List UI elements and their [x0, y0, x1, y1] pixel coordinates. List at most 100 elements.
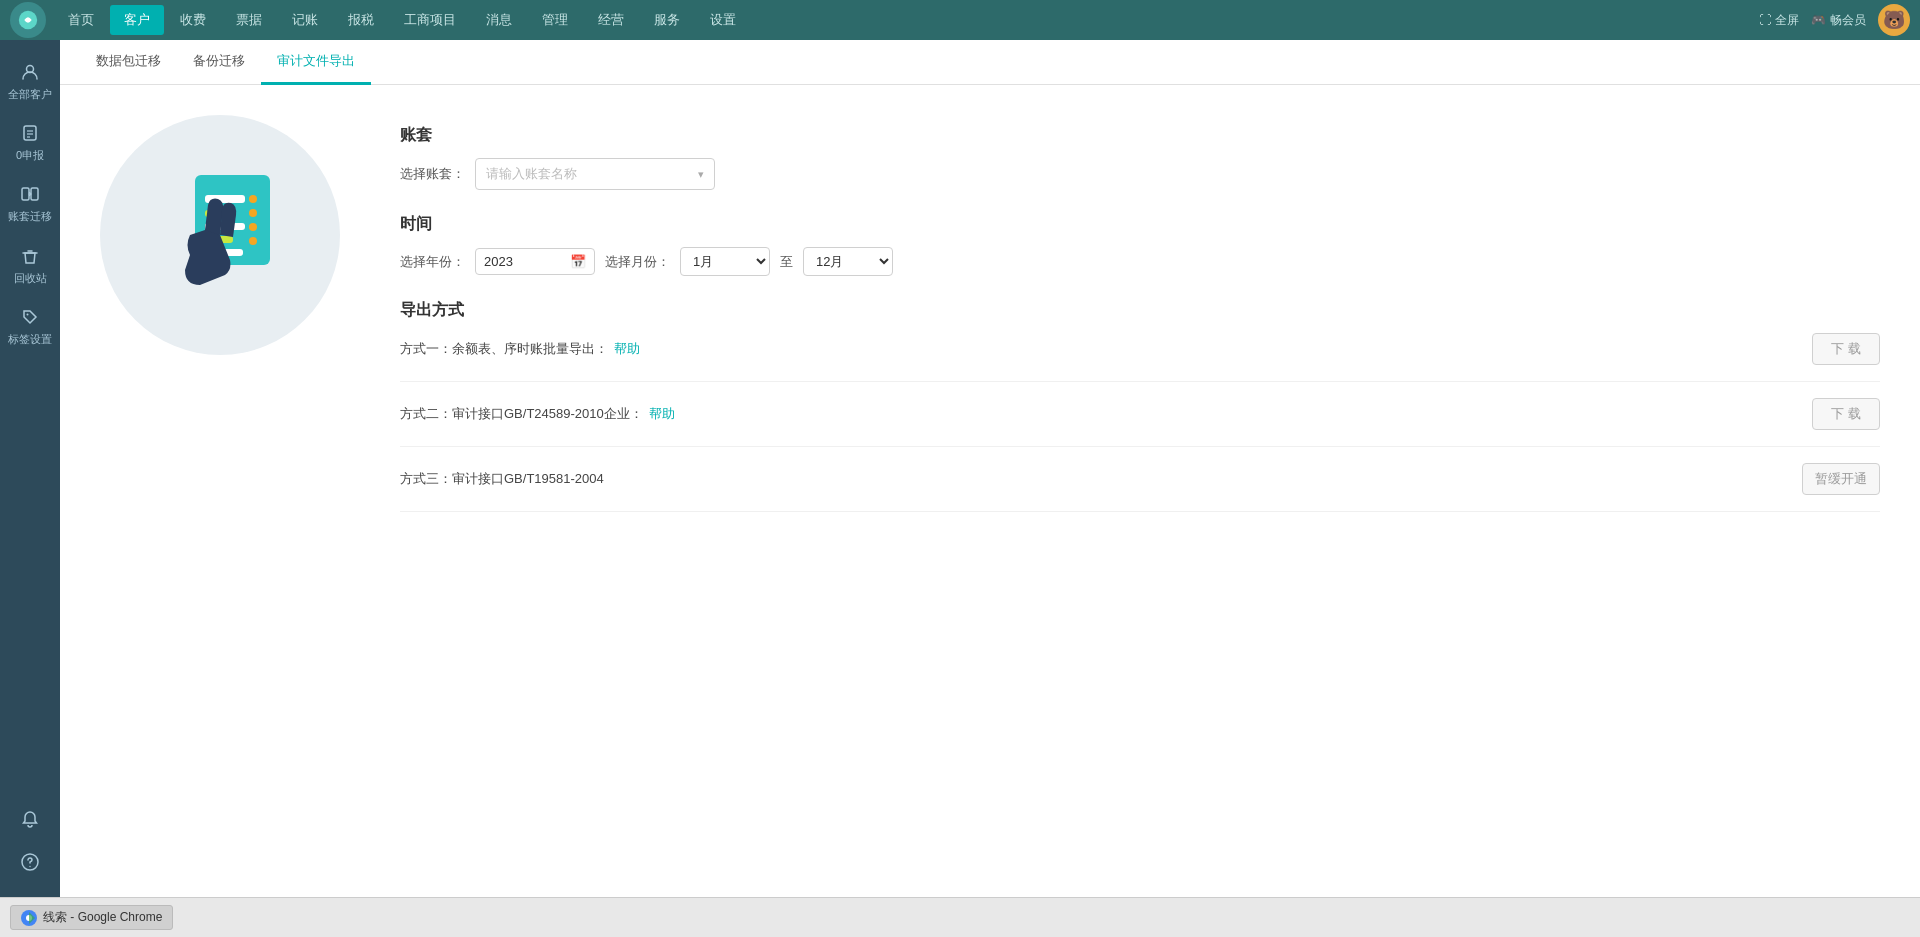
- users-icon: [18, 60, 42, 84]
- end-month-select[interactable]: 1月2月3月4月 5月6月7月8月 9月10月11月12月: [803, 247, 893, 276]
- export-method-3-label: 方式三：审计接口GB/T19581-2004: [400, 470, 604, 488]
- nav-message[interactable]: 消息: [472, 5, 526, 35]
- svg-rect-6: [22, 188, 29, 200]
- svg-point-19: [249, 223, 257, 231]
- illustration-area: [100, 115, 340, 355]
- svg-rect-2: [24, 126, 36, 140]
- illustration-circle: [100, 115, 340, 355]
- sidebar-item-migrate[interactable]: 账套迁移: [0, 172, 60, 233]
- nav-home[interactable]: 首页: [54, 5, 108, 35]
- svg-point-20: [249, 237, 257, 245]
- separator-text: 至: [780, 253, 793, 271]
- sidebar-item-zero-report[interactable]: 0申报: [0, 111, 60, 172]
- account-select-input[interactable]: 请输入账套名称 ▾: [475, 158, 715, 190]
- form-area: 账套 选择账套： 请输入账套名称 ▾ 时间 选择年份：: [400, 115, 1880, 512]
- nav-management[interactable]: 管理: [528, 5, 582, 35]
- fullscreen-icon: ⛶: [1759, 13, 1771, 27]
- page-content: 账套 选择账套： 请输入账套名称 ▾ 时间 选择年份：: [60, 85, 1920, 897]
- nav-settings[interactable]: 设置: [696, 5, 750, 35]
- export-method-2-text: 方式二：审计接口GB/T24589-2010企业： 帮助: [400, 405, 675, 423]
- svg-point-18: [249, 209, 257, 217]
- sidebar-item-recycle[interactable]: 回收站: [0, 234, 60, 295]
- nav-bookkeeping[interactable]: 记账: [278, 5, 332, 35]
- nav-tax[interactable]: 报税: [334, 5, 388, 35]
- nav-service[interactable]: 服务: [640, 5, 694, 35]
- fullscreen-button[interactable]: ⛶ 全屏: [1759, 12, 1799, 29]
- svg-rect-7: [31, 188, 38, 200]
- tabs-bar: 数据包迁移 备份迁移 审计文件导出: [60, 40, 1920, 85]
- account-select-placeholder: 请输入账套名称: [486, 165, 577, 183]
- notification-icon[interactable]: [14, 803, 46, 838]
- export-method-3-text: 方式三：审计接口GB/T19581-2004: [400, 470, 604, 488]
- calendar-icon: 📅: [570, 254, 586, 269]
- svg-point-17: [249, 195, 257, 203]
- svg-point-10: [29, 866, 30, 867]
- help-icon[interactable]: [14, 846, 46, 881]
- top-nav-right: ⛶ 全屏 🎮 畅会员 🐻: [1759, 4, 1910, 36]
- trash-icon: [18, 244, 42, 268]
- member-button[interactable]: 🎮 畅会员: [1811, 12, 1866, 29]
- app-logo[interactable]: [10, 2, 46, 38]
- report-icon: [18, 121, 42, 145]
- account-section-title: 账套: [400, 125, 1880, 146]
- nav-invoice[interactable]: 票据: [222, 5, 276, 35]
- sidebar-label-migrate: 账套迁移: [8, 210, 52, 223]
- left-sidebar: 全部客户 0申报 账套迁移: [0, 40, 60, 897]
- content-area: 数据包迁移 备份迁移 审计文件导出: [60, 40, 1920, 897]
- fullscreen-label: 全屏: [1775, 12, 1799, 29]
- export-method-1: 方式一：余额表、序时账批量导出： 帮助 下 载: [400, 333, 1880, 382]
- sidebar-label-zero-report: 0申报: [16, 149, 44, 162]
- export-method-1-text: 方式一：余额表、序时账批量导出： 帮助: [400, 340, 640, 358]
- taskbar-chrome-app[interactable]: 线索 - Google Chrome: [10, 905, 173, 930]
- tab-data-migrate[interactable]: 数据包迁移: [80, 40, 177, 85]
- export-method-1-download-btn[interactable]: 下 载: [1812, 333, 1880, 365]
- taskbar-app-label: 线索 - Google Chrome: [43, 909, 162, 926]
- sidebar-label-all-customers: 全部客户: [8, 88, 52, 101]
- avatar[interactable]: 🐻: [1878, 4, 1910, 36]
- export-method-2-label: 方式二：审计接口GB/T24589-2010企业：: [400, 405, 643, 423]
- export-method-1-label: 方式一：余额表、序时账批量导出：: [400, 340, 608, 358]
- export-method-3: 方式三：审计接口GB/T19581-2004 暂缓开通: [400, 447, 1880, 512]
- tag-icon: [18, 305, 42, 329]
- sidebar-item-tag-settings[interactable]: 标签设置: [0, 295, 60, 356]
- export-method-2-download-btn[interactable]: 下 载: [1812, 398, 1880, 430]
- sidebar-item-all-customers[interactable]: 全部客户: [0, 50, 60, 111]
- chrome-icon: [21, 910, 37, 926]
- tab-backup-migrate[interactable]: 备份迁移: [177, 40, 261, 85]
- export-method-2: 方式二：审计接口GB/T24589-2010企业： 帮助 下 载: [400, 382, 1880, 447]
- account-select-label: 选择账套：: [400, 165, 465, 183]
- top-nav-items: 首页 客户 收费 票据 记账 报税 工商项目 消息 管理 经营 服务 设置: [54, 5, 1759, 35]
- migrate-icon: [18, 182, 42, 206]
- illustration-svg: [140, 145, 300, 325]
- export-section-title: 导出方式: [400, 300, 1880, 321]
- year-label: 选择年份：: [400, 253, 465, 271]
- time-row: 选择年份： 2023 📅 选择月份： 1月2月3月4月 5月6月7月8月 9月1…: [400, 247, 1880, 276]
- account-select-row: 选择账套： 请输入账套名称 ▾: [400, 158, 1880, 190]
- month-label: 选择月份：: [605, 253, 670, 271]
- sidebar-label-tag-settings: 标签设置: [8, 333, 52, 346]
- taskbar: 线索 - Google Chrome: [0, 897, 1920, 937]
- time-section: 时间 选择年份： 2023 📅 选择月份： 1月2月3月4月 5月6月7月8月 …: [400, 214, 1880, 276]
- export-method-3-open-btn[interactable]: 暂缓开通: [1802, 463, 1880, 495]
- sidebar-bottom: [14, 803, 46, 897]
- nav-fee[interactable]: 收费: [166, 5, 220, 35]
- member-label: 畅会员: [1830, 12, 1866, 29]
- sidebar-label-recycle: 回收站: [14, 272, 47, 285]
- time-section-title: 时间: [400, 214, 1880, 235]
- export-section: 导出方式 方式一：余额表、序时账批量导出： 帮助 下 载: [400, 300, 1880, 512]
- nav-operation[interactable]: 经营: [584, 5, 638, 35]
- svg-point-8: [27, 313, 29, 315]
- nav-industry[interactable]: 工商项目: [390, 5, 470, 35]
- chevron-down-icon: ▾: [698, 168, 704, 181]
- nav-customer[interactable]: 客户: [110, 5, 164, 35]
- main-layout: 全部客户 0申报 账套迁移: [0, 40, 1920, 897]
- year-value: 2023: [484, 254, 513, 269]
- start-month-select[interactable]: 1月2月3月4月 5月6月7月8月 9月10月11月12月: [680, 247, 770, 276]
- export-method-2-help-link[interactable]: 帮助: [649, 405, 675, 423]
- tab-audit-export[interactable]: 审计文件导出: [261, 40, 371, 85]
- account-section: 账套 选择账套： 请输入账套名称 ▾: [400, 125, 1880, 190]
- export-method-1-help-link[interactable]: 帮助: [614, 340, 640, 358]
- member-icon: 🎮: [1811, 13, 1826, 27]
- year-input[interactable]: 2023 📅: [475, 248, 595, 275]
- export-methods-list: 方式一：余额表、序时账批量导出： 帮助 下 载 方式二：审计接口GB/T2458…: [400, 333, 1880, 512]
